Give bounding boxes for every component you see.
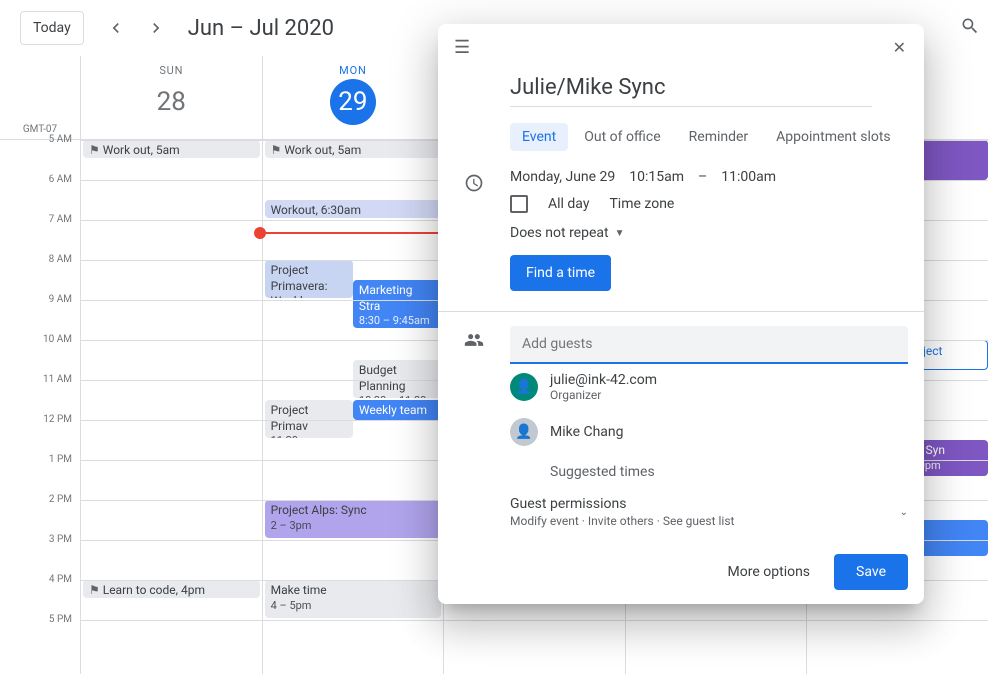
event-primavera2[interactable]: Project Primav11:30am – 12:30pm — [265, 400, 353, 438]
event-title-input[interactable] — [510, 71, 872, 107]
event-workout-sun[interactable]: Work out, 5am — [83, 140, 260, 158]
day-header-sun[interactable]: SUN 28 — [80, 56, 262, 139]
event-budget[interactable]: Budget Planning10:30 – 11:30a — [353, 360, 441, 398]
clock-icon — [464, 173, 484, 193]
find-time-button[interactable]: Find a time — [510, 255, 611, 291]
tab-slots[interactable]: Appointment slots — [764, 123, 902, 151]
hour-label: 11 AM — [0, 374, 80, 414]
avatar: 👤 — [510, 373, 538, 401]
timezone-link[interactable]: Time zone — [609, 196, 674, 212]
search-icon[interactable] — [960, 16, 980, 40]
event-workout2[interactable]: Workout, 6:30am — [265, 200, 442, 218]
day-num[interactable]: 29 — [330, 79, 376, 125]
people-icon — [464, 330, 484, 350]
allday-label: All day — [548, 196, 589, 212]
event-primavera-weekly[interactable]: Project Primavera: Weekly8 – 9am — [265, 260, 353, 298]
guest-email: julie@ink-42.com — [550, 372, 657, 388]
avatar: 👤 — [510, 418, 538, 446]
hour-label: 4 PM — [0, 574, 80, 614]
date-range[interactable]: Jun – Jul 2020 — [188, 16, 334, 41]
recurrence-select[interactable]: Does not repeat ▼ — [510, 225, 908, 241]
hour-label: 10 AM — [0, 334, 80, 374]
chevron-down-icon: ⌄ — [900, 507, 908, 518]
add-guests-input[interactable] — [510, 326, 908, 364]
event-start[interactable]: 10:15am — [629, 169, 684, 185]
guest-name: Mike Chang — [550, 424, 624, 440]
event-marketing[interactable]: Marketing Stra8:30 – 9:45am — [353, 280, 441, 328]
day-name: SUN — [81, 64, 262, 77]
hour-label: 5 AM — [0, 134, 80, 174]
today-button[interactable]: Today — [20, 11, 84, 45]
hour-label: 5 PM — [0, 614, 80, 654]
hour-label: 7 AM — [0, 214, 80, 254]
guest-permissions-toggle[interactable]: Guest permissions Modify event · Invite … — [510, 490, 908, 534]
next-arrow[interactable] — [140, 12, 172, 44]
guest-row[interactable]: 👤 julie@ink-42.com Organizer — [510, 364, 908, 410]
day-header-mon[interactable]: MON 29 — [262, 56, 444, 139]
event-teamsync[interactable]: Weekly team s — [353, 400, 441, 420]
hour-label: 9 AM — [0, 294, 80, 334]
hour-label: 1 PM — [0, 454, 80, 494]
tab-event[interactable]: Event — [510, 123, 568, 151]
hour-label: 12 PM — [0, 414, 80, 454]
event-end[interactable]: 11:00am — [721, 169, 776, 185]
event-make[interactable]: Make time4 – 5pm — [265, 580, 442, 618]
perms-sub: Modify event · Invite others · See guest… — [510, 514, 734, 528]
prev-arrow[interactable] — [100, 12, 132, 44]
hour-label: 3 PM — [0, 534, 80, 574]
allday-checkbox[interactable] — [510, 195, 528, 213]
tab-ooo[interactable]: Out of office — [572, 123, 672, 151]
perms-title: Guest permissions — [510, 496, 734, 512]
hour-label: 6 AM — [0, 174, 80, 214]
close-icon[interactable]: ✕ — [887, 32, 912, 63]
guest-row[interactable]: 👤 Mike Chang — [510, 410, 908, 454]
drag-handle-icon[interactable]: ☰ — [450, 33, 474, 62]
chevron-down-icon: ▼ — [615, 228, 625, 239]
event-create-modal: ☰ ✕ Event Out of office Reminder Appoint… — [438, 24, 924, 604]
hour-label: 8 AM — [0, 254, 80, 294]
event-workout-mon[interactable]: Work out, 5am — [265, 140, 442, 158]
day-name: MON — [263, 64, 444, 77]
tab-reminder[interactable]: Reminder — [677, 123, 761, 151]
event-learn[interactable]: Learn to code, 4pm — [83, 580, 260, 598]
event-date[interactable]: Monday, June 29 — [510, 169, 615, 185]
time-sep: – — [698, 169, 707, 185]
chevron-right-icon — [146, 18, 166, 38]
suggested-times[interactable]: Suggested times — [510, 454, 908, 490]
now-indicator — [260, 232, 440, 234]
timezone-label: GMT-07 — [0, 56, 80, 139]
hour-label: 2 PM — [0, 494, 80, 534]
more-options-button[interactable]: More options — [716, 554, 823, 590]
event-alps[interactable]: Project Alps: Sync2 – 3pm — [265, 500, 442, 538]
save-button[interactable]: Save — [834, 554, 908, 590]
guest-role: Organizer — [550, 388, 657, 402]
day-num[interactable]: 28 — [148, 79, 194, 125]
chevron-left-icon — [106, 18, 126, 38]
